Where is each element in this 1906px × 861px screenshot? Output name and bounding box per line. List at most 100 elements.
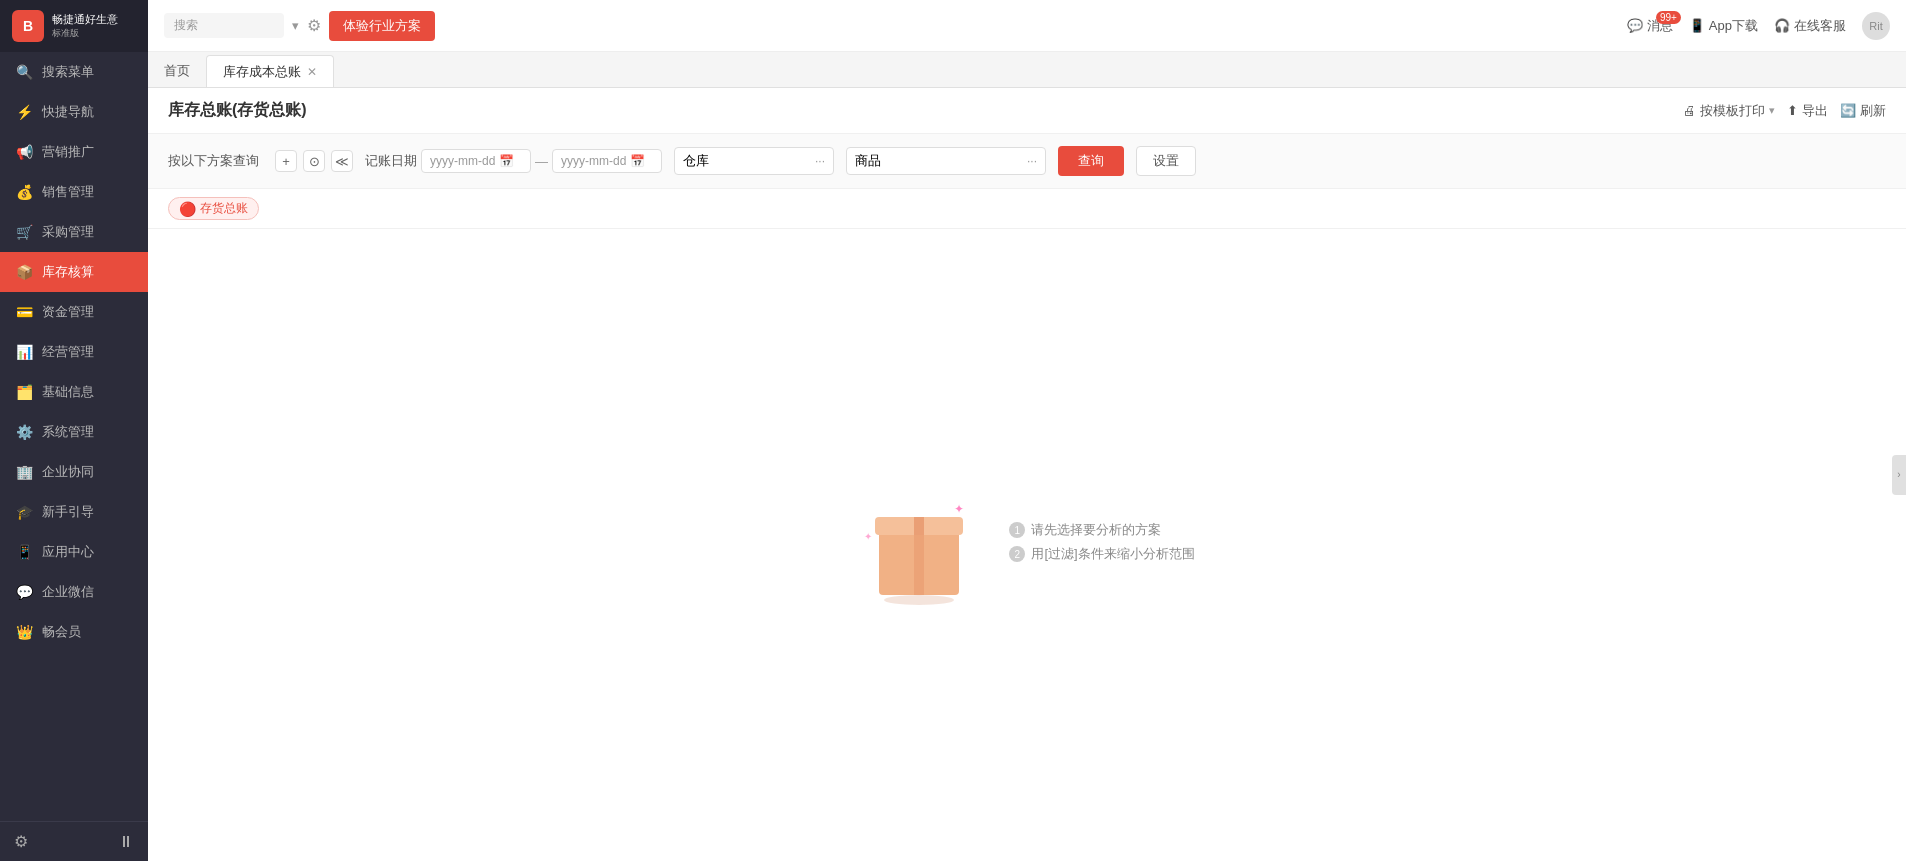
- scheme-tag-label: 存货总账: [200, 200, 248, 217]
- collapse-icon[interactable]: ⏸: [118, 833, 134, 851]
- export-button[interactable]: ⬆ 导出: [1787, 102, 1828, 120]
- sidebar-item-guide[interactable]: 🎓 新手引导: [0, 492, 148, 532]
- basic-info-icon: 🗂️: [14, 382, 34, 402]
- top-header: 搜索 ▾ ⚙ 体验行业方案 💬 消息 99+ 📱 App下载 🎧 在线客服 Ri…: [148, 0, 1906, 52]
- user-avatar[interactable]: Rit: [1862, 12, 1890, 40]
- warehouse-filter[interactable]: 仓库 ···: [674, 147, 834, 175]
- settings-icon[interactable]: ⚙: [14, 832, 28, 851]
- goods-more-icon[interactable]: ···: [1027, 154, 1037, 168]
- app-badge: 标准版: [52, 27, 118, 40]
- date-from-placeholder: yyyy-mm-dd: [430, 154, 495, 168]
- calendar-from-icon[interactable]: 📅: [499, 154, 514, 168]
- search-box[interactable]: 搜索: [164, 13, 284, 38]
- print-label: 按模板打印: [1700, 102, 1765, 120]
- main-area: 搜索 ▾ ⚙ 体验行业方案 💬 消息 99+ 📱 App下载 🎧 在线客服 Ri…: [148, 0, 1906, 861]
- sidebar-item-label: 经营管理: [42, 343, 94, 361]
- query-button[interactable]: 查询: [1058, 146, 1124, 176]
- tab-inventory-cost[interactable]: 库存成本总账 ✕: [206, 55, 334, 87]
- print-dropdown-icon: ▾: [1769, 104, 1775, 117]
- svg-text:✦: ✦: [954, 502, 964, 516]
- panel-collapse-button[interactable]: ›: [1892, 455, 1906, 495]
- calendar-to-icon[interactable]: 📅: [630, 154, 645, 168]
- app-logo-icon: B: [12, 10, 44, 42]
- online-service-label: 在线客服: [1794, 17, 1846, 35]
- hint2-num: 2: [1009, 546, 1025, 562]
- trial-button[interactable]: 体验行业方案: [329, 11, 435, 41]
- filter-collapse-button[interactable]: ≪: [331, 150, 353, 172]
- empty-illustration: ✦ ✦: [859, 485, 979, 605]
- sidebar-item-basic-info[interactable]: 🗂️ 基础信息: [0, 372, 148, 412]
- scheme-tag[interactable]: 🔴 存货总账: [168, 197, 259, 220]
- page-title: 库存总账(存货总账): [168, 100, 307, 121]
- member-icon: 👑: [14, 622, 34, 642]
- warehouse-more-icon[interactable]: ···: [815, 154, 825, 168]
- tab-inventory-cost-label: 库存成本总账: [223, 63, 301, 81]
- empty-svg: ✦ ✦: [859, 485, 979, 605]
- svg-point-4: [884, 595, 954, 605]
- sidebar-item-operations[interactable]: 📊 经营管理: [0, 332, 148, 372]
- marketing-icon: 📢: [14, 142, 34, 162]
- empty-state: ✦ ✦ 1 请先选择要分析的方案 2 用[过滤]条件来缩小分析范围: [148, 229, 1906, 861]
- svg-rect-3: [914, 517, 924, 535]
- enterprise-icon: 🏢: [14, 462, 34, 482]
- guide-icon: 🎓: [14, 502, 34, 522]
- app-download-label: App下载: [1709, 17, 1758, 35]
- sidebar-item-app-center[interactable]: 📱 应用中心: [0, 532, 148, 572]
- filter-reset-button[interactable]: ⊙: [303, 150, 325, 172]
- sidebar-item-wechat[interactable]: 💬 企业微信: [0, 572, 148, 612]
- sidebar-item-label: 营销推广: [42, 143, 94, 161]
- sidebar-item-inventory[interactable]: 📦 库存核算: [0, 252, 148, 292]
- date-to-input[interactable]: yyyy-mm-dd 📅: [552, 149, 662, 173]
- export-icon: ⬆: [1787, 103, 1798, 118]
- refresh-button[interactable]: 🔄 刷新: [1840, 102, 1886, 120]
- wechat-icon: 💬: [14, 582, 34, 602]
- sidebar-item-member[interactable]: 👑 畅会员: [0, 612, 148, 652]
- refresh-icon: 🔄: [1840, 103, 1856, 118]
- tab-close-icon[interactable]: ✕: [307, 65, 317, 79]
- sidebar-item-label: 企业协同: [42, 463, 94, 481]
- sidebar-item-finance[interactable]: 💳 资金管理: [0, 292, 148, 332]
- sidebar-item-label: 搜索菜单: [42, 63, 94, 81]
- tab-bar: 首页 库存成本总账 ✕: [148, 52, 1906, 88]
- app-download-button[interactable]: 📱 App下载: [1689, 17, 1758, 35]
- content-area: 库存总账(存货总账) 🖨 按模板打印 ▾ ⬆ 导出 🔄 刷新: [148, 88, 1906, 861]
- printer-icon: 🖨: [1683, 103, 1696, 118]
- header-left: 搜索 ▾ ⚙ 体验行业方案: [164, 11, 1627, 41]
- date-from-input[interactable]: yyyy-mm-dd 📅: [421, 149, 531, 173]
- messages-button[interactable]: 💬 消息 99+: [1627, 17, 1673, 35]
- sidebar-item-marketing[interactable]: 📢 营销推广: [0, 132, 148, 172]
- sidebar-item-quick-nav[interactable]: ⚡ 快捷导航: [0, 92, 148, 132]
- sidebar-nav: 🔍 搜索菜单 ⚡ 快捷导航 📢 营销推广 💰 销售管理 🛒 采购管理 📦 库存核…: [0, 52, 148, 821]
- date-separator: —: [535, 154, 548, 169]
- purchase-icon: 🛒: [14, 222, 34, 242]
- sidebar-item-label: 系统管理: [42, 423, 94, 441]
- sidebar-item-label: 采购管理: [42, 223, 94, 241]
- hint1-text: 请先选择要分析的方案: [1031, 521, 1161, 539]
- settings-gear-icon[interactable]: ⚙: [307, 16, 321, 35]
- refresh-label: 刷新: [1860, 102, 1886, 120]
- sidebar-item-system[interactable]: ⚙️ 系统管理: [0, 412, 148, 452]
- sidebar-item-search[interactable]: 🔍 搜索菜单: [0, 52, 148, 92]
- export-label: 导出: [1802, 102, 1828, 120]
- sidebar-item-sales[interactable]: 💰 销售管理: [0, 172, 148, 212]
- scheme-tag-icon: 🔴: [179, 201, 196, 217]
- filter-actions: + ⊙ ≪: [275, 150, 353, 172]
- dropdown-arrow-icon[interactable]: ▾: [292, 18, 299, 33]
- setting-button[interactable]: 设置: [1136, 146, 1196, 176]
- filter-add-button[interactable]: +: [275, 150, 297, 172]
- sidebar-item-label: 企业微信: [42, 583, 94, 601]
- sidebar-item-purchase[interactable]: 🛒 采购管理: [0, 212, 148, 252]
- system-icon: ⚙️: [14, 422, 34, 442]
- empty-text: 1 请先选择要分析的方案 2 用[过滤]条件来缩小分析范围: [1009, 521, 1194, 569]
- date-field-label: 记账日期: [365, 152, 417, 170]
- online-service-button[interactable]: 🎧 在线客服: [1774, 17, 1846, 35]
- tab-home[interactable]: 首页: [148, 55, 206, 87]
- sidebar-item-enterprise[interactable]: 🏢 企业协同: [0, 452, 148, 492]
- headphone-icon: 🎧: [1774, 18, 1790, 33]
- sidebar: B 畅捷通好生意 标准版 🔍 搜索菜单 ⚡ 快捷导航 📢 营销推广 💰 销售管理…: [0, 0, 148, 861]
- goods-filter[interactable]: 商品 ···: [846, 147, 1046, 175]
- tab-home-label: 首页: [164, 62, 190, 80]
- print-button[interactable]: 🖨 按模板打印 ▾: [1683, 102, 1775, 120]
- message-icon: 💬: [1627, 18, 1643, 33]
- date-range: 记账日期 yyyy-mm-dd 📅 — yyyy-mm-dd 📅: [365, 149, 662, 173]
